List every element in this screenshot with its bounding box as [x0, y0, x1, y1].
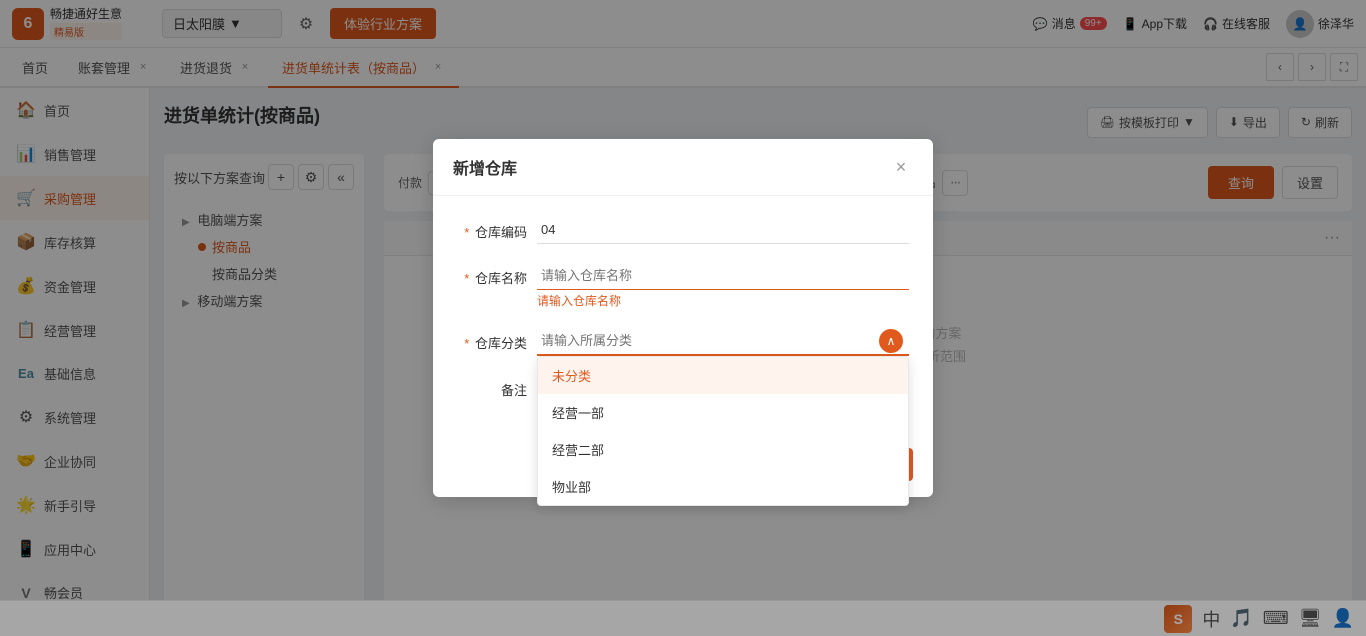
warehouse-name-row: * 仓库名称 请输入仓库名称: [457, 262, 909, 309]
warehouse-name-input[interactable]: [537, 262, 909, 290]
modal-backdrop: 新增仓库 × * 仓库编码 * 仓: [0, 0, 1366, 636]
remark-label: 备注: [457, 374, 537, 399]
warehouse-category-input[interactable]: [537, 327, 909, 354]
warehouse-code-row: * 仓库编码: [457, 216, 909, 244]
modal-header: 新增仓库 ×: [433, 139, 933, 196]
dropdown-item-dept2[interactable]: 经营二部: [538, 431, 908, 468]
modal-title: 新增仓库: [453, 155, 517, 179]
name-label: * 仓库名称: [457, 262, 537, 287]
dropdown-item-dept1[interactable]: 经营一部: [538, 394, 908, 431]
category-chevron-icon[interactable]: ∧: [879, 329, 903, 353]
category-label: * 仓库分类: [457, 327, 537, 352]
dropdown-item-unclassified[interactable]: 未分类: [538, 357, 908, 394]
new-warehouse-modal: 新增仓库 × * 仓库编码 * 仓: [433, 139, 933, 497]
warehouse-category-row: * 仓库分类 ∧ 未分类 经营一部 经营二部 物业部: [457, 327, 909, 356]
category-dropdown: 未分类 经营一部 经营二部 物业部: [537, 356, 909, 506]
dropdown-item-property[interactable]: 物业部: [538, 468, 908, 505]
modal-close-button[interactable]: ×: [889, 155, 913, 179]
warehouse-code-input[interactable]: [537, 216, 909, 244]
code-label: * 仓库编码: [457, 216, 537, 241]
modal-body: * 仓库编码 * 仓库名称 请输入仓库名称: [433, 196, 933, 436]
name-error-message: 请输入仓库名称: [537, 292, 909, 309]
